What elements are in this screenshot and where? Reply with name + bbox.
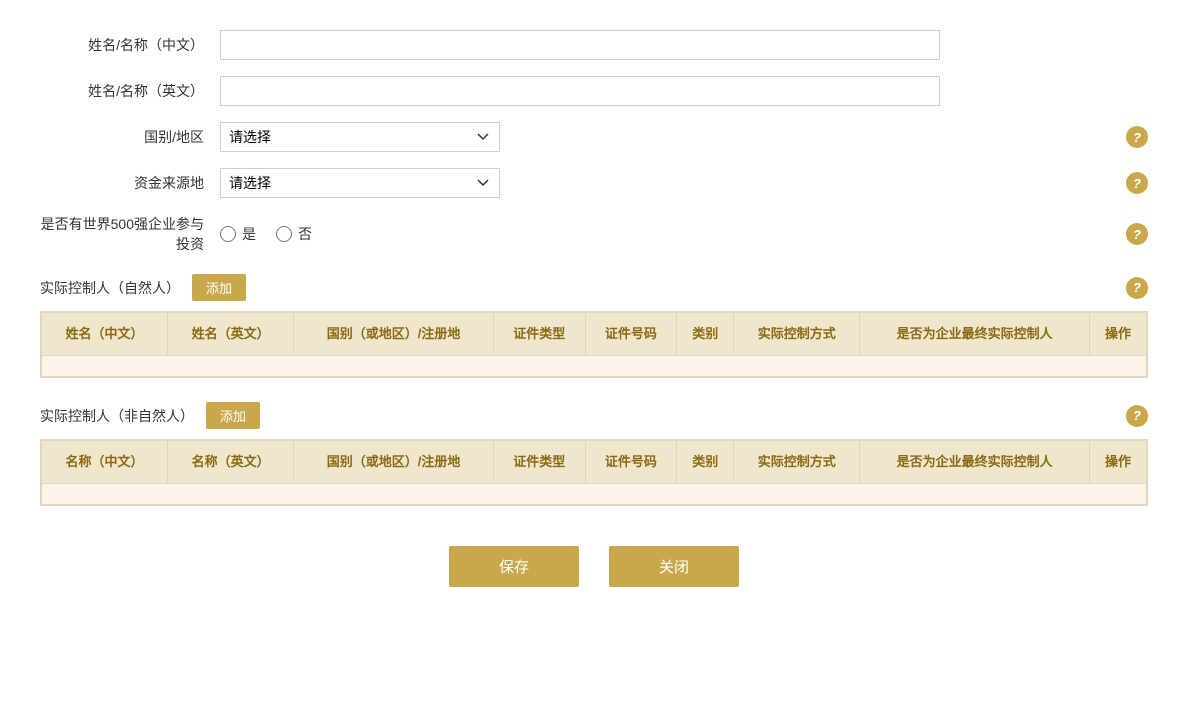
natural-controller-table: 姓名（中文） 姓名（英文） 国别（或地区）/注册地 证件类型 证件号码 类别 实… [41, 312, 1147, 377]
fortune500-radio-group: 是 否 [220, 224, 312, 244]
non-natural-controller-empty-cell [42, 484, 1147, 505]
country-help-icon[interactable]: ? [1126, 126, 1148, 148]
non-natural-controller-section: 实际控制人（非自然人） 添加 ? 名称（中文） 名称（英文） 国别（或地区）/注… [40, 402, 1148, 506]
natural-col-name-cn: 姓名（中文） [42, 313, 168, 356]
non-natural-controller-header: 实际控制人（非自然人） 添加 ? [40, 402, 1148, 429]
non-natural-controller-header-row: 名称（中文） 名称（英文） 国别（或地区）/注册地 证件类型 证件号码 类别 实… [42, 441, 1147, 484]
non-natural-col-cert-no: 证件号码 [585, 441, 677, 484]
fortune500-label: 是否有世界500强企业参与投资 [40, 214, 220, 254]
non-natural-col-name-cn: 名称（中文） [42, 441, 168, 484]
name-cn-row: 姓名/名称（中文） [40, 30, 1148, 60]
natural-col-operation: 操作 [1089, 313, 1146, 356]
non-natural-controller-add-button[interactable]: 添加 [206, 402, 260, 429]
natural-controller-empty-cell [42, 356, 1147, 377]
fortune500-no-label: 否 [298, 224, 312, 244]
natural-col-cert-type: 证件类型 [494, 313, 586, 356]
non-natural-col-name-en: 名称（英文） [168, 441, 294, 484]
close-button[interactable]: 关闭 [609, 546, 739, 587]
natural-controller-header-row: 姓名（中文） 姓名（英文） 国别（或地区）/注册地 证件类型 证件号码 类别 实… [42, 313, 1147, 356]
fortune500-help-icon[interactable]: ? [1126, 223, 1148, 245]
non-natural-col-operation: 操作 [1089, 441, 1146, 484]
country-select[interactable]: 请选择 [220, 122, 500, 152]
fund-source-help-icon[interactable]: ? [1126, 172, 1148, 194]
non-natural-controller-table: 名称（中文） 名称（英文） 国别（或地区）/注册地 证件类型 证件号码 类别 实… [41, 440, 1147, 505]
save-button[interactable]: 保存 [449, 546, 579, 587]
non-natural-col-category: 类别 [677, 441, 734, 484]
natural-controller-add-button[interactable]: 添加 [192, 274, 246, 301]
name-cn-input[interactable] [220, 30, 940, 60]
natural-col-category: 类别 [677, 313, 734, 356]
footer-buttons: 保存 关闭 [40, 546, 1148, 587]
fortune500-row: 是否有世界500强企业参与投资 是 否 ? [40, 214, 1148, 254]
natural-controller-help-icon[interactable]: ? [1126, 277, 1148, 299]
natural-controller-header: 实际控制人（自然人） 添加 ? [40, 274, 1148, 301]
natural-col-final-controller: 是否为企业最终实际控制人 [860, 313, 1090, 356]
natural-col-name-en: 姓名（英文） [168, 313, 294, 356]
natural-controller-section: 实际控制人（自然人） 添加 ? 姓名（中文） 姓名（英文） 国别（或地区）/注册… [40, 274, 1148, 378]
non-natural-col-control-method: 实际控制方式 [734, 441, 860, 484]
form-section: 姓名/名称（中文） 姓名/名称（英文） 国别/地区 请选择 ? 资金来源地 请选… [40, 30, 1148, 254]
non-natural-controller-help-icon[interactable]: ? [1126, 405, 1148, 427]
country-row: 国别/地区 请选择 ? [40, 122, 1148, 152]
natural-col-cert-no: 证件号码 [585, 313, 677, 356]
name-en-row: 姓名/名称（英文） [40, 76, 1148, 106]
fortune500-yes-label: 是 [242, 224, 256, 244]
non-natural-controller-title: 实际控制人（非自然人） [40, 406, 194, 426]
non-natural-controller-table-wrapper: 名称（中文） 名称（英文） 国别（或地区）/注册地 证件类型 证件号码 类别 实… [40, 439, 1148, 506]
fortune500-yes-radio[interactable] [220, 226, 236, 242]
fortune500-no-option[interactable]: 否 [276, 224, 312, 244]
natural-controller-empty-row [42, 356, 1147, 377]
fortune500-no-radio[interactable] [276, 226, 292, 242]
name-cn-label: 姓名/名称（中文） [40, 35, 220, 55]
fund-source-row: 资金来源地 请选择 ? [40, 168, 1148, 198]
non-natural-col-final-controller: 是否为企业最终实际控制人 [860, 441, 1090, 484]
fund-source-select[interactable]: 请选择 [220, 168, 500, 198]
natural-col-control-method: 实际控制方式 [734, 313, 860, 356]
fund-source-label: 资金来源地 [40, 173, 220, 193]
non-natural-col-cert-type: 证件类型 [494, 441, 586, 484]
non-natural-controller-empty-row [42, 484, 1147, 505]
natural-col-country: 国别（或地区）/注册地 [294, 313, 494, 356]
country-label: 国别/地区 [40, 127, 220, 147]
name-en-input[interactable] [220, 76, 940, 106]
name-en-label: 姓名/名称（英文） [40, 81, 220, 101]
non-natural-col-country: 国别（或地区）/注册地 [294, 441, 494, 484]
fortune500-yes-option[interactable]: 是 [220, 224, 256, 244]
natural-controller-title: 实际控制人（自然人） [40, 278, 180, 298]
natural-controller-table-wrapper: 姓名（中文） 姓名（英文） 国别（或地区）/注册地 证件类型 证件号码 类别 实… [40, 311, 1148, 378]
